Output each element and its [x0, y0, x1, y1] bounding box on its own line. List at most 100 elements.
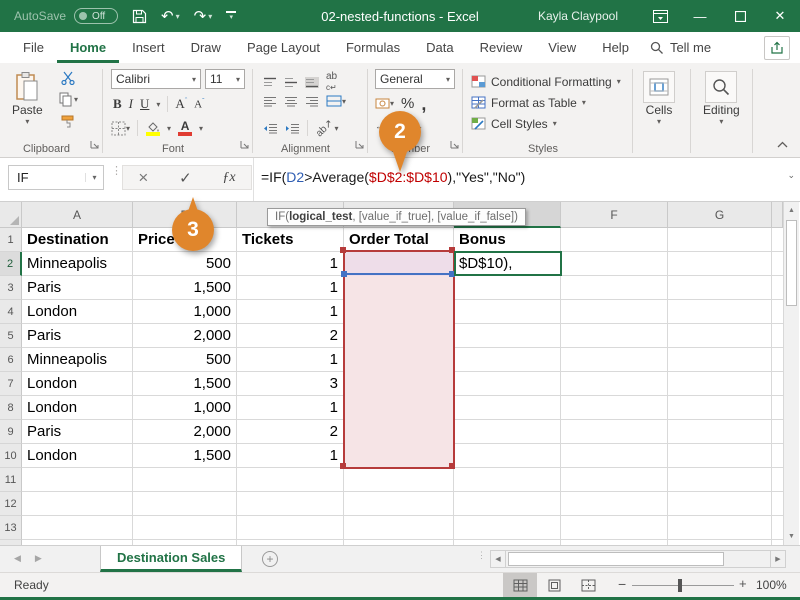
format-as-table-button[interactable]: Format as Table ▾ [471, 92, 621, 113]
cell-B5[interactable]: 2,000 [133, 324, 237, 348]
cell-C7[interactable]: 3 [237, 372, 344, 396]
autosave-toggle[interactable]: Off [74, 8, 119, 24]
ribbon-tab-view[interactable]: View [535, 32, 589, 63]
row-header-8[interactable]: 8 [0, 396, 22, 420]
align-bottom-icon[interactable] [305, 76, 319, 88]
expand-formula-bar-icon[interactable]: ⌄ [787, 170, 795, 181]
customize-quick-access-button[interactable]: ▾ [226, 11, 237, 21]
row-header-4[interactable]: 4 [0, 300, 22, 324]
cell-F13[interactable] [561, 516, 668, 540]
cells-button[interactable]: Cells ▾ [643, 71, 675, 126]
cell-C5[interactable]: 2 [237, 324, 344, 348]
font-name-combo[interactable]: Calibri ▾ [111, 69, 201, 89]
minimize-button[interactable]: — [680, 0, 720, 32]
cell-C2[interactable]: 1 [237, 252, 344, 276]
cell-G8[interactable] [668, 396, 772, 420]
cell-A4[interactable]: London [22, 300, 133, 324]
cell-F7[interactable] [561, 372, 668, 396]
cell-B3[interactable]: 1,500 [133, 276, 237, 300]
cell-B12[interactable] [133, 492, 237, 516]
ribbon-tab-formulas[interactable]: Formulas [333, 32, 413, 63]
cell-D5[interactable]: 4,000 [344, 324, 454, 348]
fill-color-button[interactable] [145, 121, 160, 136]
cell-A9[interactable]: Paris [22, 420, 133, 444]
name-box[interactable]: IF ▾ [8, 165, 104, 190]
row-header-5[interactable]: 5 [0, 324, 22, 348]
cell-G4[interactable] [668, 300, 772, 324]
zoom-slider-thumb[interactable] [678, 579, 682, 592]
cell-G7[interactable] [668, 372, 772, 396]
cell-E10[interactable] [454, 444, 561, 468]
new-sheet-button[interactable]: + [262, 551, 278, 567]
cell-E2[interactable]: $D$10), [454, 252, 561, 276]
collapse-ribbon-button[interactable] [777, 135, 788, 153]
name-box-dropdown-icon[interactable]: ▾ [85, 173, 103, 182]
ribbon-tab-home[interactable]: Home [56, 32, 120, 63]
enter-button[interactable]: ✓ [179, 169, 192, 187]
column-header-G[interactable]: G [668, 202, 772, 228]
cell-G2[interactable] [668, 252, 772, 276]
row-header-7[interactable]: 7 [0, 372, 22, 396]
grow-font-button[interactable]: Aˆ [175, 96, 187, 112]
row-header-6[interactable]: 6 [0, 348, 22, 372]
clipboard-dialog-launcher[interactable] [90, 136, 99, 154]
cell-C4[interactable]: 1 [237, 300, 344, 324]
cell-B13[interactable] [133, 516, 237, 540]
align-middle-icon[interactable] [284, 77, 298, 88]
cell-C13[interactable] [237, 516, 344, 540]
cell-E8[interactable] [454, 396, 561, 420]
ribbon-tab-draw[interactable]: Draw [178, 32, 234, 63]
cell-E9[interactable] [454, 420, 561, 444]
row-header-13[interactable]: 13 [0, 516, 22, 540]
copy-button[interactable]: ▾ [58, 92, 78, 107]
cell-B11[interactable] [133, 468, 237, 492]
undo-button[interactable]: ↶ ▾ [161, 7, 180, 25]
orientation-button[interactable]: ab↗ ▾ [314, 117, 339, 139]
merge-center-button[interactable]: ▾ [326, 95, 346, 107]
scroll-right-icon[interactable]: ▶ [770, 550, 786, 568]
page-layout-view-button[interactable] [537, 573, 571, 598]
row-header-3[interactable]: 3 [0, 276, 22, 300]
italic-button[interactable]: I [129, 96, 133, 112]
cell-B7[interactable]: 1,500 [133, 372, 237, 396]
cell-F6[interactable] [561, 348, 668, 372]
cell-D3[interactable]: 1,500 [344, 276, 454, 300]
zoom-percentage[interactable]: 100% [756, 578, 787, 592]
formula-input[interactable]: =IF(D2>Average($D$2:$D$10),"Yes","No") [253, 158, 784, 201]
format-painter-button[interactable] [58, 114, 78, 129]
cell-C12[interactable] [237, 492, 344, 516]
align-center-icon[interactable] [284, 96, 298, 107]
vertical-scrollbar[interactable]: ▲ ▼ [783, 202, 799, 545]
column-header-A[interactable]: A [22, 202, 133, 228]
cell-E11[interactable] [454, 468, 561, 492]
cell-D6[interactable]: 500 [344, 348, 454, 372]
cell-A11[interactable] [22, 468, 133, 492]
cell-D12[interactable] [344, 492, 454, 516]
cell-G1[interactable] [668, 228, 772, 252]
cell-E7[interactable] [454, 372, 561, 396]
cell-D11[interactable] [344, 468, 454, 492]
cell-C9[interactable]: 2 [237, 420, 344, 444]
row-header-10[interactable]: 10 [0, 444, 22, 468]
page-break-preview-button[interactable] [571, 573, 605, 598]
font-size-combo[interactable]: 11 ▾ [205, 69, 245, 89]
maximize-button[interactable] [720, 0, 760, 32]
cell-C10[interactable]: 1 [237, 444, 344, 468]
cell-F8[interactable] [561, 396, 668, 420]
increase-indent-icon[interactable] [285, 123, 300, 134]
cell-C1[interactable]: Tickets [237, 228, 344, 252]
zoom-out-button[interactable]: − [618, 576, 626, 592]
cell-A1[interactable]: Destination [22, 228, 133, 252]
cell-C6[interactable]: 1 [237, 348, 344, 372]
ribbon-tab-insert[interactable]: Insert [119, 32, 178, 63]
cell-G5[interactable] [668, 324, 772, 348]
cell-E1[interactable]: Bonus [454, 228, 561, 252]
cell-A12[interactable] [22, 492, 133, 516]
comma-style-button[interactable]: , [421, 95, 426, 113]
cell-E5[interactable] [454, 324, 561, 348]
cell-G9[interactable] [668, 420, 772, 444]
ribbon-display-options-button[interactable] [640, 0, 680, 32]
cell-A8[interactable]: London [22, 396, 133, 420]
conditional-formatting-button[interactable]: Conditional Formatting ▾ [471, 71, 621, 92]
cell-E3[interactable] [454, 276, 561, 300]
